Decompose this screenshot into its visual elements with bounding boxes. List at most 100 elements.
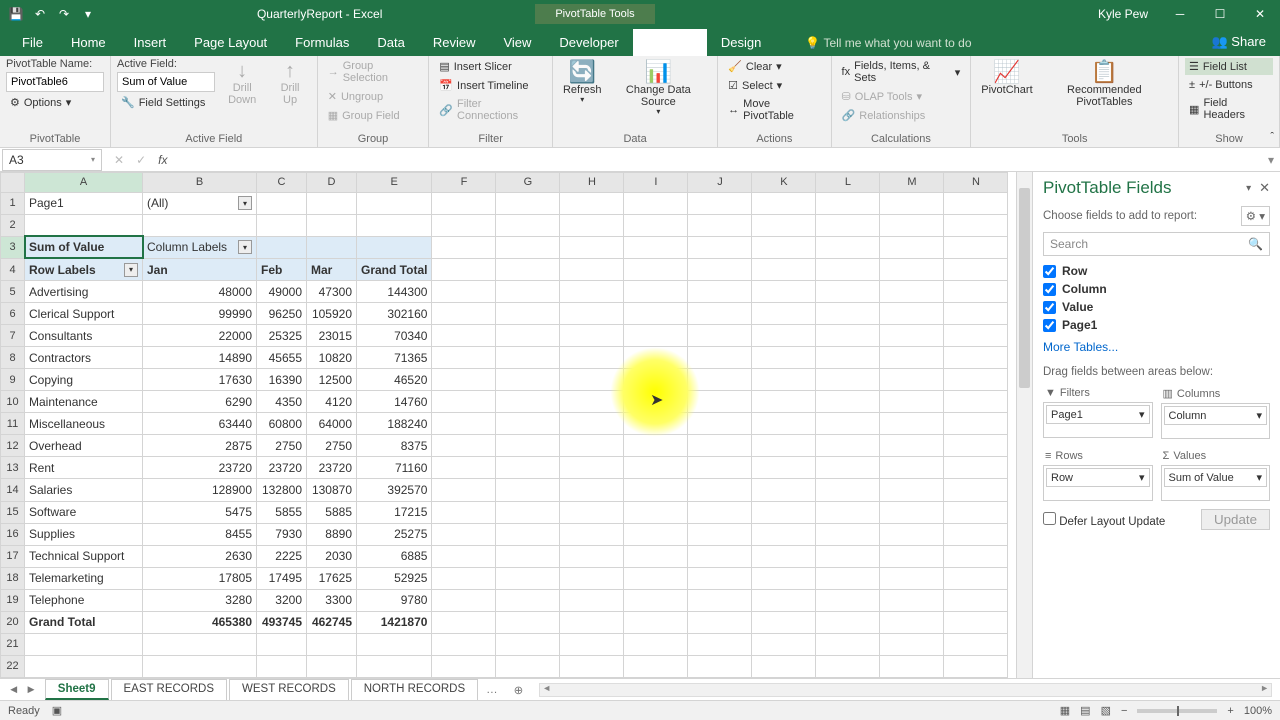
data-cell[interactable]: 60800 xyxy=(257,413,307,435)
cell[interactable] xyxy=(816,567,880,589)
filters-area-item[interactable]: Page1▾ xyxy=(1046,405,1150,424)
cell[interactable] xyxy=(143,214,257,236)
data-cell[interactable]: 4120 xyxy=(307,391,357,413)
view-normal-icon[interactable]: ▦ xyxy=(1060,704,1070,717)
horizontal-scrollbar[interactable]: ◄ ► xyxy=(539,683,1272,697)
cell[interactable] xyxy=(752,325,816,347)
cell[interactable] xyxy=(432,303,496,325)
cell[interactable] xyxy=(944,303,1008,325)
cell[interactable] xyxy=(624,479,688,501)
data-cell[interactable]: 48000 xyxy=(143,281,257,303)
cell[interactable] xyxy=(624,369,688,391)
row-header-11[interactable]: 11 xyxy=(1,413,25,435)
data-cell[interactable]: 49000 xyxy=(257,281,307,303)
row-header-17[interactable]: 17 xyxy=(1,545,25,567)
cell[interactable] xyxy=(816,655,880,677)
cell[interactable] xyxy=(432,281,496,303)
cell[interactable] xyxy=(624,435,688,457)
cell[interactable] xyxy=(560,611,624,633)
page-dropdown-icon[interactable]: ▾ xyxy=(238,196,252,210)
cell[interactable] xyxy=(944,501,1008,523)
data-cell[interactable]: 2630 xyxy=(143,545,257,567)
cell[interactable] xyxy=(496,369,560,391)
refresh-button[interactable]: 🔄Refresh▾ xyxy=(559,58,606,107)
tab-data[interactable]: Data xyxy=(363,29,418,56)
data-cell[interactable]: 8455 xyxy=(143,523,257,545)
total-cell[interactable]: 462745 xyxy=(307,611,357,633)
zoom-level[interactable]: 100% xyxy=(1244,705,1272,717)
data-cell[interactable]: 188240 xyxy=(357,413,432,435)
data-cell[interactable]: 14760 xyxy=(357,391,432,413)
data-cell[interactable]: 23720 xyxy=(307,457,357,479)
cell[interactable] xyxy=(880,435,944,457)
cell[interactable] xyxy=(496,633,560,655)
data-cell[interactable]: 16390 xyxy=(257,369,307,391)
cell[interactable] xyxy=(688,435,752,457)
tab-view[interactable]: View xyxy=(489,29,545,56)
cell[interactable] xyxy=(432,523,496,545)
col-header-M[interactable]: M xyxy=(880,173,944,193)
fields-pane-gear-icon[interactable]: ⚙ ▾ xyxy=(1241,206,1270,226)
cell[interactable] xyxy=(944,347,1008,369)
field-checkbox-column[interactable]: Column xyxy=(1043,282,1270,296)
cell[interactable] xyxy=(752,258,816,280)
active-field-input[interactable] xyxy=(117,72,215,92)
cell[interactable] xyxy=(688,192,752,214)
cell[interactable] xyxy=(880,258,944,280)
cell[interactable] xyxy=(496,501,560,523)
cell[interactable] xyxy=(624,523,688,545)
cell[interactable] xyxy=(944,655,1008,677)
row-header-6[interactable]: 6 xyxy=(1,303,25,325)
cell[interactable] xyxy=(944,258,1008,280)
cell[interactable] xyxy=(688,567,752,589)
sheet-nav-prev-icon[interactable]: ◄ xyxy=(8,684,19,696)
data-cell[interactable]: 22000 xyxy=(143,325,257,347)
zoom-in-icon[interactable]: + xyxy=(1227,705,1233,717)
row-label[interactable]: Consultants xyxy=(25,325,143,347)
cell[interactable] xyxy=(560,413,624,435)
data-cell[interactable]: 23720 xyxy=(257,457,307,479)
cell[interactable] xyxy=(624,501,688,523)
row-header-4[interactable]: 4 xyxy=(1,258,25,280)
grand-total-row-label[interactable]: Grand Total xyxy=(25,611,143,633)
cell[interactable] xyxy=(688,523,752,545)
cell[interactable] xyxy=(624,236,688,258)
col-header-J[interactable]: J xyxy=(688,173,752,193)
cell[interactable] xyxy=(816,479,880,501)
pivottable-name-input[interactable] xyxy=(6,72,104,92)
col-header-F[interactable]: F xyxy=(432,173,496,193)
undo-icon[interactable]: ↶ xyxy=(32,6,48,22)
data-cell[interactable]: 99990 xyxy=(143,303,257,325)
data-cell[interactable]: 9780 xyxy=(357,589,432,611)
row-header-8[interactable]: 8 xyxy=(1,347,25,369)
cell[interactable] xyxy=(880,479,944,501)
data-cell[interactable]: 2030 xyxy=(307,545,357,567)
field-checkbox-page1[interactable]: Page1 xyxy=(1043,318,1270,332)
cell[interactable] xyxy=(624,611,688,633)
cell[interactable] xyxy=(357,655,432,677)
cell[interactable] xyxy=(688,413,752,435)
cell[interactable] xyxy=(880,589,944,611)
pivotchart-button[interactable]: 📈PivotChart xyxy=(977,58,1036,98)
cell[interactable] xyxy=(880,303,944,325)
data-cell[interactable]: 6885 xyxy=(357,545,432,567)
insert-timeline-button[interactable]: 📅 Insert Timeline xyxy=(435,77,546,94)
data-cell[interactable]: 8890 xyxy=(307,523,357,545)
cell[interactable] xyxy=(560,545,624,567)
col-header-A[interactable]: A xyxy=(25,173,143,193)
cell[interactable] xyxy=(752,545,816,567)
col-header-D[interactable]: D xyxy=(307,173,357,193)
cell[interactable] xyxy=(496,303,560,325)
row-header-19[interactable]: 19 xyxy=(1,589,25,611)
cell[interactable] xyxy=(560,457,624,479)
cell[interactable] xyxy=(816,303,880,325)
cell[interactable] xyxy=(688,391,752,413)
col-header-C[interactable]: C xyxy=(257,173,307,193)
cell[interactable] xyxy=(560,589,624,611)
plus-minus-buttons[interactable]: ± +/- Buttons xyxy=(1185,77,1273,93)
minimize-button[interactable]: ─ xyxy=(1160,0,1200,28)
cell[interactable] xyxy=(880,236,944,258)
cell[interactable] xyxy=(624,325,688,347)
field-checkbox-value[interactable]: Value xyxy=(1043,300,1270,314)
cell[interactable] xyxy=(944,435,1008,457)
